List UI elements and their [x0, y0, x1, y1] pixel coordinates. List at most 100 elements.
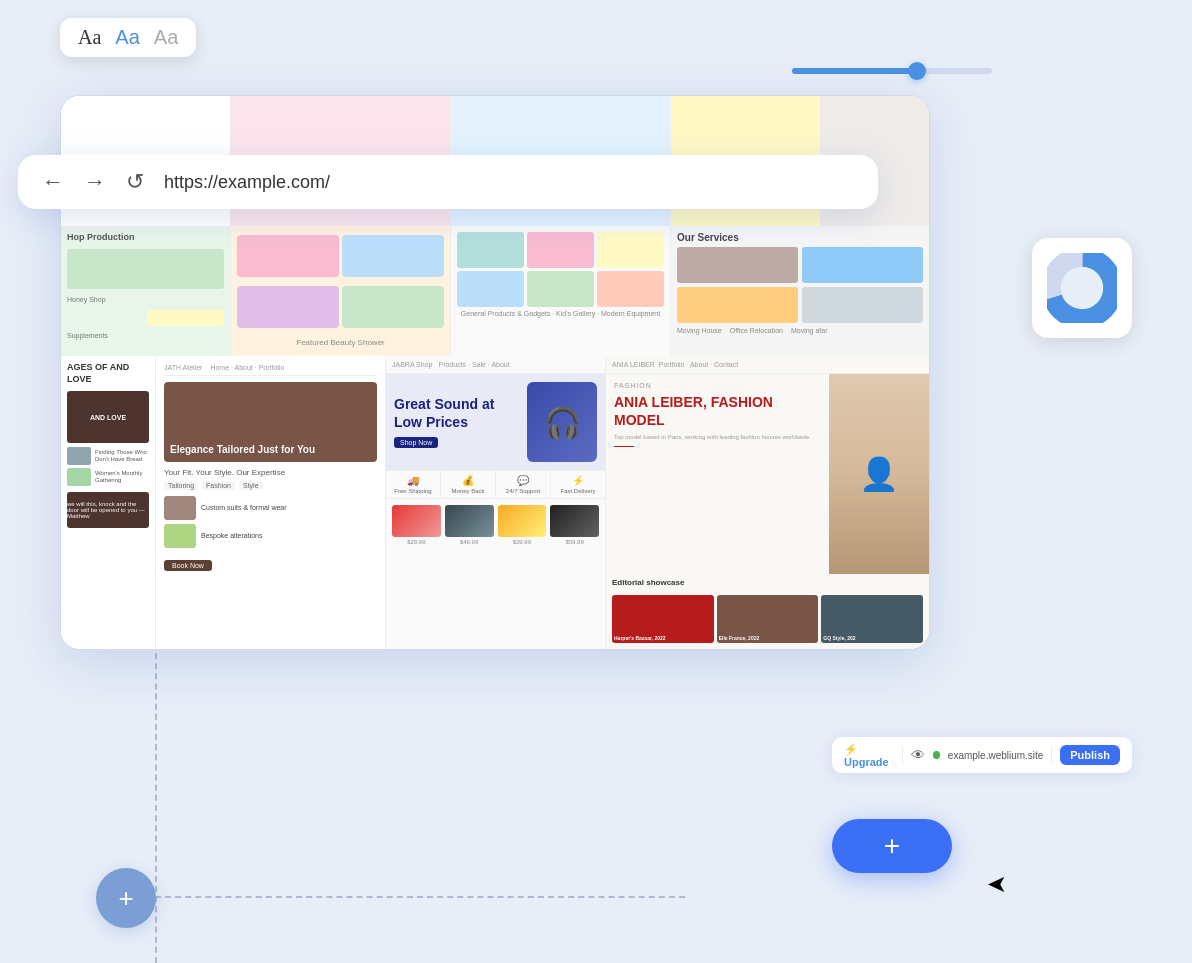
- status-dot: [933, 751, 940, 759]
- mid-site-1-sub: Honey Shop: [67, 296, 224, 303]
- editor-toolbar: ⚡ Upgrade 👁 example.weblium.site Publish: [832, 737, 1132, 773]
- svc-thumb-4: [802, 287, 923, 323]
- mid-site-supplements: Supplements: [67, 332, 224, 339]
- font-option-sans[interactable]: Aa: [115, 26, 139, 49]
- shop-hero-content: Great Sound at Low Prices Shop Now: [394, 395, 521, 449]
- fashion-header: ANIA LEIBER Portfolio · About · Contact: [606, 356, 929, 374]
- lb-bottom-banner: we will this, knock and the door will be…: [67, 492, 149, 528]
- shop-product-3[interactable]: $39.99: [498, 505, 547, 545]
- blog-item-2: Bespoke alterations: [164, 524, 377, 548]
- blog-cta-area: Book Now: [164, 554, 377, 572]
- plus-icon-bottom-left: +: [118, 883, 133, 914]
- blog-sub-text: Your Fit. Your Style. Our Expertise: [164, 468, 377, 477]
- blog-items: Custom suits & formal wear Bespoke alter…: [164, 496, 377, 548]
- fashion-content: FASHION ANIA LEIBER, FASHION MODEL Top m…: [606, 374, 829, 574]
- lb-thumb-2: [67, 468, 91, 486]
- upgrade-button[interactable]: ⚡ Upgrade: [844, 743, 894, 768]
- shop-product-1[interactable]: $29.99: [392, 505, 441, 545]
- product-img-4: [550, 505, 599, 537]
- fashion-thumb-1-label: Harper's Bazaar, 2022: [614, 635, 666, 641]
- publish-button[interactable]: Publish: [1060, 745, 1120, 765]
- shop-product-4[interactable]: $59.99: [550, 505, 599, 545]
- product-price-2: $49.99: [445, 539, 494, 545]
- shop-feat-3-label: 24/7 Support: [506, 488, 540, 494]
- font-selector: Aa Aa Aa: [60, 18, 196, 57]
- lb-item-1: Finding Those Who Don't Have Bread: [67, 447, 149, 465]
- blog-item-1: Custom suits & formal wear: [164, 496, 377, 520]
- shop-cta-button[interactable]: Shop Now: [394, 437, 438, 448]
- shop-products: $29.99 $49.99 $39.99 $59.99: [386, 499, 605, 551]
- shop-feat-1: 🚚 Free Shipping: [386, 471, 441, 498]
- shop-product-2[interactable]: $49.99: [445, 505, 494, 545]
- blog-tag-1: Tailoring: [164, 481, 198, 490]
- fashion-showcase-label: Editorial showcase: [606, 574, 929, 591]
- svc-thumb-2: [802, 247, 923, 283]
- product-price-4: $59.99: [550, 539, 599, 545]
- delivery-icon: ⚡: [553, 475, 603, 486]
- blog-item-2-text: Bespoke alterations: [201, 531, 262, 540]
- lb-item-1-text: Finding Those Who Don't Have Bread: [95, 449, 149, 465]
- support-icon: 💬: [498, 475, 548, 486]
- toolbar-sep-1: [902, 746, 903, 764]
- fashion-hero-area: FASHION ANIA LEIBER, FASHION MODEL Top m…: [606, 374, 929, 574]
- shop-feat-2-label: Money Back: [451, 488, 484, 494]
- mid-site-beauty: Featured Beauty Shower: [231, 226, 451, 356]
- shop-feat-1-label: Free Shipping: [394, 488, 431, 494]
- product-price-3: $39.99: [498, 539, 547, 545]
- font-option-light[interactable]: Aa: [154, 26, 178, 49]
- svc-label-3: Moving afar: [791, 327, 828, 334]
- lb-item-2-text: Women's Monthly Gathering: [95, 470, 149, 486]
- back-button[interactable]: ←: [42, 169, 64, 195]
- fashion-thumb-2[interactable]: Elle France, 2022: [717, 595, 819, 643]
- shop-feat-4: ⚡ Fast Delivery: [551, 471, 605, 498]
- fashion-thumb-3-label: GQ Style, 202: [823, 635, 855, 641]
- lb-banner-text: we will this, knock and the door will be…: [67, 501, 149, 519]
- lb-items: Finding Those Who Don't Have Bread Women…: [67, 447, 149, 486]
- dashed-line-horizontal: [155, 896, 685, 898]
- site-left-blog: AGES OF AND LOVE AND LOVE Finding Those …: [61, 356, 156, 649]
- blog-hero: Elegance Tailored Just for You: [164, 382, 377, 462]
- shop-features: 🚚 Free Shipping 💰 Money Back 💬 24/7 Supp…: [386, 470, 605, 499]
- shop-hero-image: 🎧: [527, 382, 597, 462]
- slider-thumb[interactable]: [908, 62, 926, 80]
- url-input[interactable]: [164, 172, 854, 193]
- mid-sq-3: [597, 232, 664, 268]
- mid-sq-6: [597, 271, 664, 307]
- shop-header: JABRA Shop Products · Sale · About: [386, 356, 605, 374]
- svc-labels: Moving House Office Relocation Moving af…: [677, 327, 923, 334]
- mid-sq-1: [457, 232, 524, 268]
- blog-header-nav: Home · About · Portfolio: [210, 364, 284, 371]
- add-button-bottom-left[interactable]: +: [96, 868, 156, 928]
- slider-track[interactable]: [792, 68, 992, 74]
- eye-button[interactable]: 👁: [911, 747, 925, 763]
- font-option-serif[interactable]: Aa: [78, 26, 101, 49]
- fashion-desc: Top model based in Paris, working with l…: [614, 433, 821, 441]
- mid-tag-1: [67, 310, 144, 326]
- blog-tag-3: Style: [239, 481, 263, 490]
- fashion-nav: Portfolio · About · Contact: [659, 361, 738, 368]
- bottom-strip: AGES OF AND LOVE AND LOVE Finding Those …: [61, 356, 929, 649]
- lb-title: AGES OF AND LOVE: [67, 362, 149, 385]
- fashion-model-image: 👤: [829, 374, 929, 574]
- zoom-slider-container: [792, 68, 992, 74]
- product-img-3: [498, 505, 547, 537]
- refresh-button[interactable]: ↺: [126, 169, 144, 195]
- mid-site-production: Hop Production Honey Shop Supplements: [61, 226, 231, 356]
- plus-icon-main: +: [884, 830, 900, 862]
- site-blog-header: JATH Atelier Home · About · Portfolio: [164, 364, 377, 376]
- shop-nav: Products · Sale · About: [438, 361, 509, 368]
- mid-gadgets-label: General Products & Gadgets · Kid's Galle…: [457, 310, 664, 317]
- fashion-thumb-3[interactable]: GQ Style, 202: [821, 595, 923, 643]
- address-bar: ← → ↺: [18, 155, 878, 209]
- toolbar-sep-2: [1051, 746, 1052, 764]
- add-button-main[interactable]: +: [832, 819, 952, 873]
- mid-service-title: Our Services: [677, 232, 923, 243]
- lb-item-2: Women's Monthly Gathering: [67, 468, 149, 486]
- mid-sq-5: [527, 271, 594, 307]
- dashed-line-vertical: [155, 653, 157, 963]
- forward-button[interactable]: →: [84, 169, 106, 195]
- shop-feat-3: 💬 24/7 Support: [496, 471, 551, 498]
- blog-item-1-text: Custom suits & formal wear: [201, 503, 287, 512]
- blog-cta-btn[interactable]: Book Now: [164, 560, 212, 571]
- fashion-thumb-1[interactable]: Harper's Bazaar, 2022: [612, 595, 714, 643]
